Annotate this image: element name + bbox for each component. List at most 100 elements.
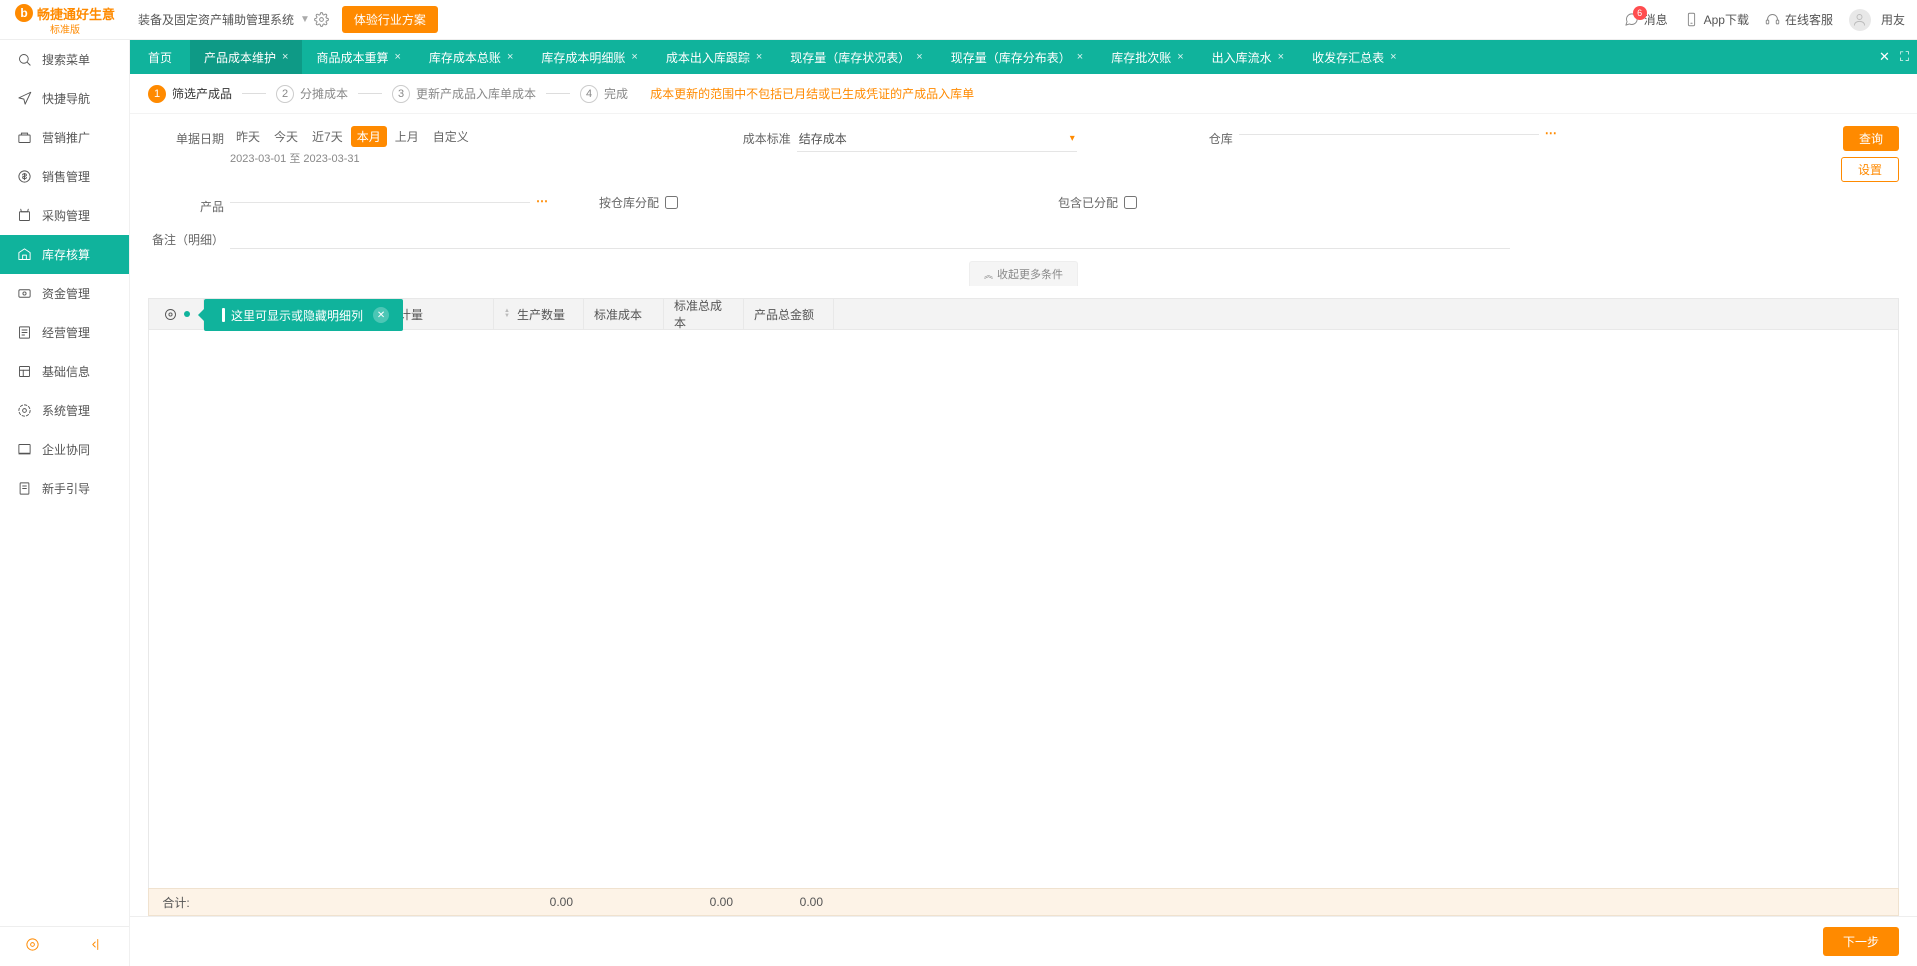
- column-header-标准总成本[interactable]: 标准总成本: [664, 299, 744, 329]
- tab-库存成本总账[interactable]: 库存成本总账×: [415, 40, 527, 74]
- tab-label: 商品成本重算: [316, 49, 388, 66]
- sidebar-item-sysmgmt[interactable]: 系统管理: [0, 391, 129, 430]
- gear-icon[interactable]: [310, 8, 334, 32]
- table-header: 这里可显示或隐藏明细列 ✕ ▲▼主计量▲▼生产数量标准成本标准总成本产品总金额: [148, 298, 1899, 330]
- close-icon[interactable]: ×: [507, 51, 513, 63]
- tab-label: 现存量（库存状况表）: [790, 49, 910, 66]
- totals-cell: 0.00: [744, 895, 834, 909]
- messages-link[interactable]: 消息 6: [1624, 11, 1668, 28]
- top-header: b 畅捷通好生意 标准版 装备及固定资产辅助管理系统 ▼ 体验行业方案 消息 6…: [0, 0, 1917, 40]
- step-1[interactable]: 1筛选产成品: [148, 85, 232, 103]
- sidebar-item-guide[interactable]: 新手引导: [0, 469, 129, 508]
- logo-block: b 畅捷通好生意 标准版: [0, 2, 130, 38]
- step-number: 4: [580, 85, 598, 103]
- sidebar-item-search[interactable]: 搜索菜单: [0, 40, 129, 79]
- sidebar-item-label: 资金管理: [42, 285, 90, 302]
- experience-plan-button[interactable]: 体验行业方案: [342, 6, 438, 33]
- steps-bar: 1筛选产成品2分摊成本3更新产成品入库单成本4完成 成本更新的范围中不包括已月结…: [130, 74, 1917, 114]
- close-icon[interactable]: ×: [916, 51, 922, 63]
- tab-现存量（库存分布表）[interactable]: 现存量（库存分布表） ×: [937, 40, 1097, 74]
- step-2[interactable]: 2分摊成本: [276, 85, 348, 103]
- by-warehouse-checkbox[interactable]: [665, 196, 678, 209]
- tab-库存成本明细账[interactable]: 库存成本明细账×: [527, 40, 651, 74]
- sidebar-item-sales[interactable]: 销售管理: [0, 157, 129, 196]
- sidebar-footer: [0, 926, 129, 966]
- step-label: 筛选产成品: [172, 85, 232, 102]
- warehouse-more-icon[interactable]: ⋯: [1545, 126, 1558, 140]
- app-download-link[interactable]: App下载: [1684, 11, 1749, 28]
- tab-库存批次账[interactable]: 库存批次账×: [1097, 40, 1197, 74]
- date-option-本月[interactable]: 本月: [351, 126, 387, 147]
- close-icon[interactable]: ×: [1177, 51, 1183, 63]
- sidebar-item-label: 搜索菜单: [42, 51, 90, 68]
- settings-icon[interactable]: [25, 937, 40, 957]
- step-3[interactable]: 3更新产成品入库单成本: [392, 85, 536, 103]
- close-all-tabs-icon[interactable]: ✕: [1879, 49, 1890, 65]
- system-selector[interactable]: 装备及固定资产辅助管理系统 ▼: [138, 11, 310, 28]
- sidebar-item-inventory[interactable]: 库存核算: [0, 235, 129, 274]
- date-option-近7天[interactable]: 近7天: [306, 126, 349, 147]
- close-icon[interactable]: ×: [394, 51, 400, 63]
- date-option-今天[interactable]: 今天: [268, 126, 304, 147]
- sidebar-item-basic[interactable]: 基础信息: [0, 352, 129, 391]
- collapse-sidebar-icon[interactable]: [89, 937, 104, 957]
- tab-成本出入库跟踪[interactable]: 成本出入库跟踪×: [652, 40, 776, 74]
- query-button[interactable]: 查询: [1843, 126, 1899, 151]
- sidebar-item-quicknav[interactable]: 快捷导航: [0, 79, 129, 118]
- column-header-产品总金额[interactable]: 产品总金额: [744, 299, 834, 329]
- close-icon[interactable]: ×: [282, 51, 288, 63]
- settings-button[interactable]: 设置: [1841, 157, 1899, 182]
- column-header-生产数量[interactable]: ▲▼生产数量: [494, 299, 584, 329]
- sidebar-item-label: 基础信息: [42, 363, 90, 380]
- fullscreen-icon[interactable]: ⛶: [1900, 49, 1909, 65]
- sales-icon: [16, 169, 32, 185]
- sidebar-item-marketing[interactable]: 营销推广: [0, 118, 129, 157]
- date-option-上月[interactable]: 上月: [389, 126, 425, 147]
- tab-label: 现存量（库存分布表）: [951, 49, 1071, 66]
- tooltip-accent-bar: [222, 308, 225, 322]
- quicknav-icon: [16, 91, 32, 107]
- collapse-filters-button[interactable]: ︽ 收起更多条件: [969, 261, 1078, 286]
- tab-首页[interactable]: 首页: [130, 40, 190, 74]
- brand-edition: 标准版: [50, 21, 80, 36]
- close-icon[interactable]: ×: [1278, 51, 1284, 63]
- messages-badge: 6: [1633, 6, 1647, 20]
- close-icon[interactable]: ×: [1077, 51, 1083, 63]
- funds-icon: [16, 286, 32, 302]
- online-service-link[interactable]: 在线客服: [1765, 11, 1833, 28]
- date-option-昨天[interactable]: 昨天: [230, 126, 266, 147]
- cost-standard-label: 成本标准: [715, 126, 791, 147]
- warehouse-select[interactable]: [1239, 126, 1539, 135]
- tab-收发存汇总表[interactable]: 收发存汇总表×: [1298, 40, 1410, 74]
- tab-出入库流水[interactable]: 出入库流水×: [1198, 40, 1298, 74]
- column-header-标准成本[interactable]: 标准成本: [584, 299, 664, 329]
- close-icon[interactable]: ×: [631, 51, 637, 63]
- sidebar-item-funds[interactable]: 资金管理: [0, 274, 129, 313]
- tab-商品成本重算[interactable]: 商品成本重算 ×: [302, 40, 414, 74]
- tooltip-close-icon[interactable]: ✕: [373, 307, 389, 323]
- column-config-button[interactable]: [149, 299, 204, 329]
- close-icon[interactable]: ×: [1390, 51, 1396, 63]
- include-allocated-checkbox[interactable]: [1124, 196, 1137, 209]
- sidebar-item-operate[interactable]: 经营管理: [0, 313, 129, 352]
- column-label: 标准成本: [594, 306, 642, 323]
- step-4[interactable]: 4完成: [580, 85, 628, 103]
- sidebar-item-label: 采购管理: [42, 207, 90, 224]
- user-menu[interactable]: 用友: [1849, 9, 1905, 31]
- system-selector-label: 装备及固定资产辅助管理系统: [138, 11, 294, 28]
- next-step-button[interactable]: 下一步: [1823, 927, 1899, 956]
- tab-产品成本维护[interactable]: 产品成本维护×: [190, 40, 302, 74]
- sidebar-item-purchase[interactable]: 采购管理: [0, 196, 129, 235]
- operate-icon: [16, 325, 32, 341]
- logo-icon: b: [15, 4, 33, 22]
- product-more-icon[interactable]: ⋯: [536, 194, 549, 208]
- sidebar-item-enterprise[interactable]: 企业协同: [0, 430, 129, 469]
- product-select[interactable]: [230, 194, 530, 203]
- tab-现存量（库存状况表）[interactable]: 现存量（库存状况表） ×: [776, 40, 936, 74]
- date-option-自定义[interactable]: 自定义: [427, 126, 475, 147]
- close-icon[interactable]: ×: [756, 51, 762, 63]
- memo-filter: 备注（明细）: [148, 227, 1899, 249]
- memo-input[interactable]: [230, 227, 1510, 249]
- enterprise-icon: [16, 442, 32, 458]
- cost-standard-select[interactable]: 结存成本 ▾: [797, 126, 1077, 152]
